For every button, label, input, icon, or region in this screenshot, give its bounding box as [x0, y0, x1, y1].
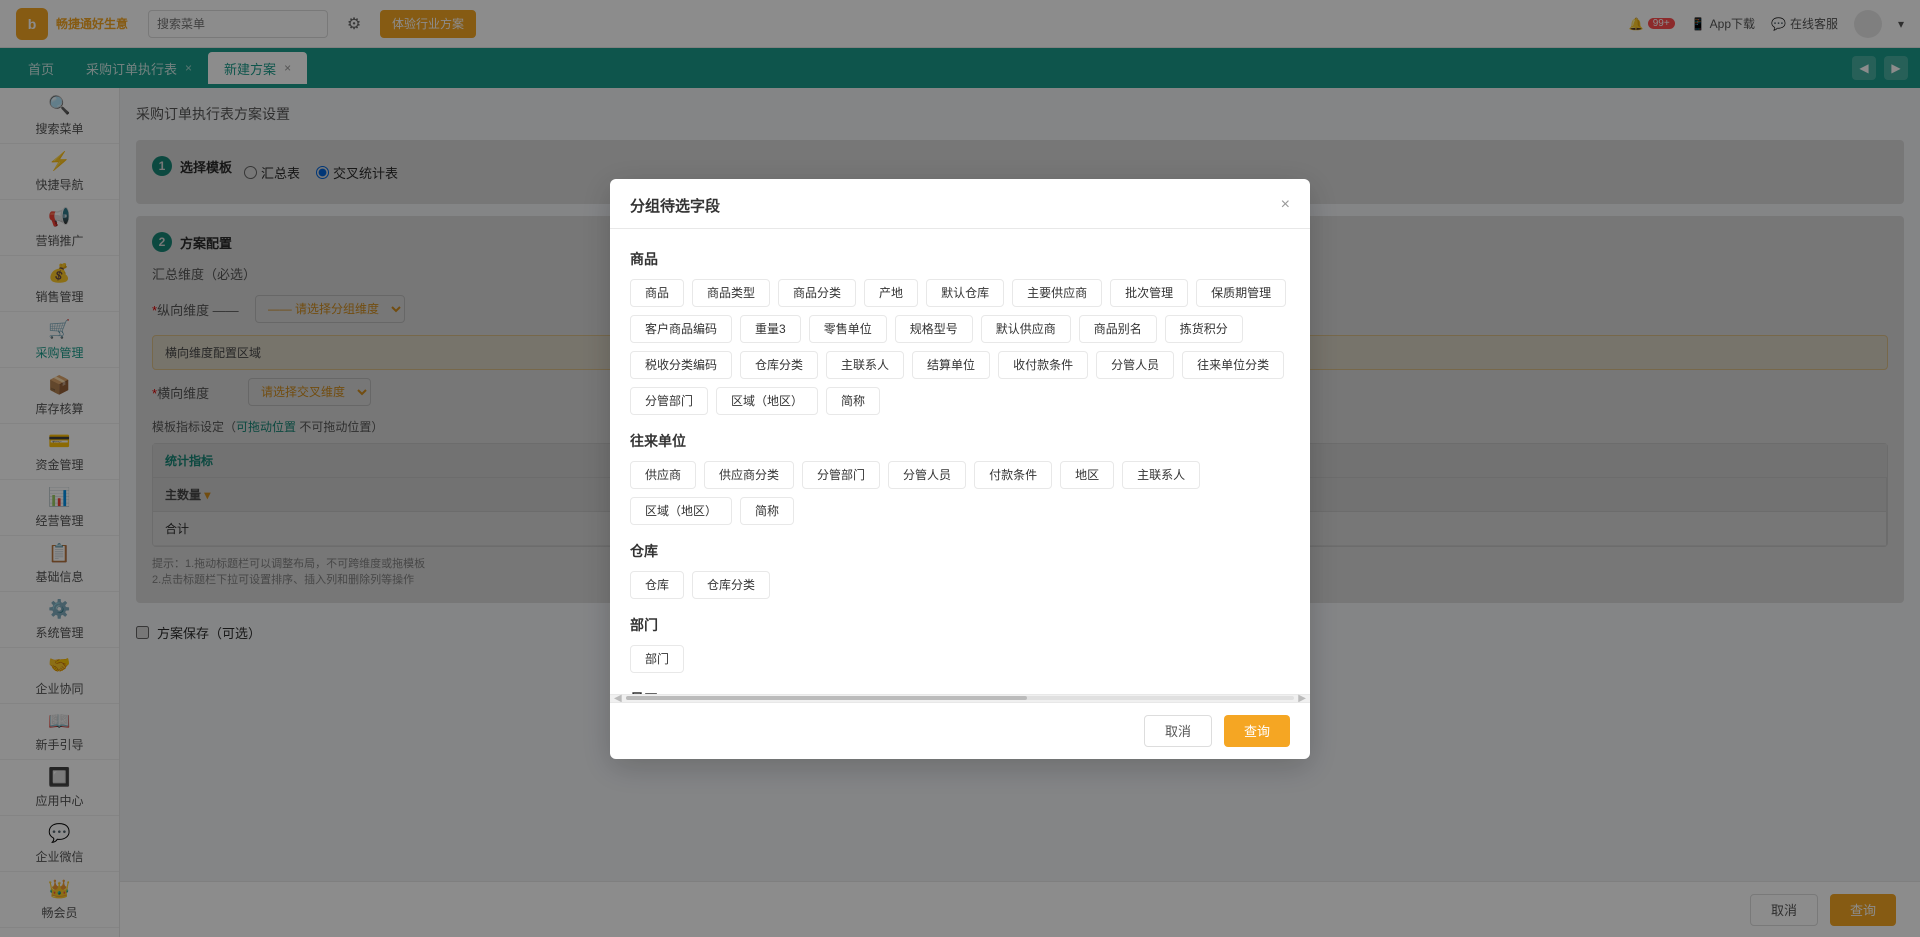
tag-tax-code[interactable]: 税收分类编码: [630, 351, 732, 379]
tag-customer-code[interactable]: 客户商品编码: [630, 315, 732, 343]
modal-title: 分组待选字段: [630, 195, 720, 216]
tag-goods-category[interactable]: 商品分类: [778, 279, 856, 307]
tag-supplier[interactable]: 供应商: [630, 461, 696, 489]
scrollbar-track: [626, 696, 1295, 700]
tag-default-supplier[interactable]: 默认供应商: [981, 315, 1071, 343]
tag-warehouse-cat[interactable]: 仓库分类: [692, 571, 770, 599]
section-title-goods: 商品: [630, 249, 1290, 269]
tag-origin[interactable]: 产地: [864, 279, 918, 307]
tag-supplier-category[interactable]: 供应商分类: [704, 461, 794, 489]
tag-warehouse-category[interactable]: 仓库分类: [740, 351, 818, 379]
field-tags-warehouse: 仓库 仓库分类: [630, 571, 1290, 599]
tag-partner-contact[interactable]: 主联系人: [1122, 461, 1200, 489]
modal-horizontal-scrollbar[interactable]: ◀ ▶: [610, 694, 1310, 702]
tag-dept[interactable]: 部门: [630, 645, 684, 673]
tag-partner-abbr[interactable]: 简称: [740, 497, 794, 525]
field-tags-partner: 供应商 供应商分类 分管部门 分管人员 付款条件 地区 主联系人 区域（地区） …: [630, 461, 1290, 525]
field-tags-dept: 部门: [630, 645, 1290, 673]
section-title-dept: 部门: [630, 615, 1290, 635]
tag-retail-unit[interactable]: 零售单位: [809, 315, 887, 343]
tag-settle-unit[interactable]: 结算单位: [912, 351, 990, 379]
modal-header: 分组待选字段 ×: [610, 179, 1310, 229]
modal-cancel-button[interactable]: 取消: [1144, 715, 1212, 747]
tag-default-warehouse[interactable]: 默认仓库: [926, 279, 1004, 307]
tag-partner-category[interactable]: 往来单位分类: [1182, 351, 1284, 379]
tag-partner-area[interactable]: 区域（地区）: [630, 497, 732, 525]
tag-partner-payment[interactable]: 付款条件: [974, 461, 1052, 489]
tag-batch-mgmt[interactable]: 批次管理: [1110, 279, 1188, 307]
tag-goods-alias[interactable]: 商品别名: [1079, 315, 1157, 343]
section-title-partner: 往来单位: [630, 431, 1290, 451]
modal-confirm-button[interactable]: 查询: [1224, 715, 1290, 747]
scrollbar-thumb: [626, 696, 1027, 700]
modal-dialog: 分组待选字段 × 商品 商品 商品类型 商品分类 产地 默认仓库 主要供应商 批…: [610, 179, 1310, 759]
section-title-warehouse: 仓库: [630, 541, 1290, 561]
tag-main-supplier[interactable]: 主要供应商: [1012, 279, 1102, 307]
tag-warehouse[interactable]: 仓库: [630, 571, 684, 599]
tag-dept-manage[interactable]: 分管部门: [630, 387, 708, 415]
tag-main-contact[interactable]: 主联系人: [826, 351, 904, 379]
modal-close-button[interactable]: ×: [1281, 196, 1290, 214]
tag-expiry-mgmt[interactable]: 保质期管理: [1196, 279, 1286, 307]
tag-partner-dept[interactable]: 分管部门: [802, 461, 880, 489]
tag-partner-supervisor[interactable]: 分管人员: [888, 461, 966, 489]
modal-footer: 取消 查询: [610, 702, 1310, 759]
tag-supervisor[interactable]: 分管人员: [1096, 351, 1174, 379]
tag-goods-type[interactable]: 商品类型: [692, 279, 770, 307]
tag-partner-region[interactable]: 地区: [1060, 461, 1114, 489]
tag-abbr-goods[interactable]: 简称: [826, 387, 880, 415]
tag-goods[interactable]: 商品: [630, 279, 684, 307]
tag-pick-points[interactable]: 拣货积分: [1165, 315, 1243, 343]
modal-overlay: 分组待选字段 × 商品 商品 商品类型 商品分类 产地 默认仓库 主要供应商 批…: [0, 0, 1920, 937]
tag-payment-terms[interactable]: 收付款条件: [998, 351, 1088, 379]
tag-region-goods[interactable]: 区域（地区）: [716, 387, 818, 415]
tag-weight3[interactable]: 重量3: [740, 315, 801, 343]
modal-body: 商品 商品 商品类型 商品分类 产地 默认仓库 主要供应商 批次管理 保质期管理…: [610, 229, 1310, 694]
tag-spec-model[interactable]: 规格型号: [895, 315, 973, 343]
field-tags-goods: 商品 商品类型 商品分类 产地 默认仓库 主要供应商 批次管理 保质期管理 客户…: [630, 279, 1290, 415]
